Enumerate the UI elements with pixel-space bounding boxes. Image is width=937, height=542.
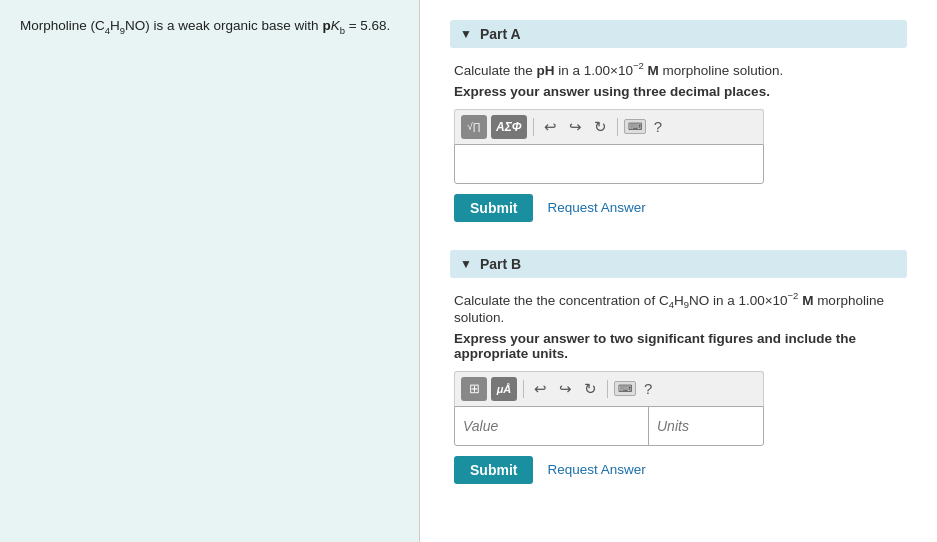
part-a-answer-box: [454, 144, 764, 184]
toolbar-sep-2: [617, 118, 618, 136]
part-b-units-input[interactable]: [649, 407, 842, 445]
part-b-submit-button[interactable]: Submit: [454, 456, 533, 484]
part-a-answer-input[interactable]: [455, 145, 763, 183]
part-a-actions: Submit Request Answer: [454, 194, 907, 222]
part-a-question: Calculate the pH in a 1.00×10−2 M morpho…: [454, 60, 907, 78]
part-b-grid-btn[interactable]: ⊞: [461, 377, 487, 401]
part-a-toolbar: √∏ ΑΣΦ ↩ ↪ ↻ ⌨ ?: [454, 109, 764, 144]
part-b-header[interactable]: ▼ Part B: [450, 250, 907, 278]
part-b-help-btn[interactable]: ?: [640, 378, 656, 399]
part-b-toolbar: ⊞ μÅ ↩ ↪ ↻ ⌨ ?: [454, 371, 764, 406]
left-panel: Morpholine (C4H9NO) is a weak organic ba…: [0, 0, 420, 542]
part-b-instruction: Express your answer to two significant f…: [454, 331, 907, 361]
part-a-submit-button[interactable]: Submit: [454, 194, 533, 222]
toolbar-sep-3: [523, 380, 524, 398]
part-b-answer-box: [454, 406, 764, 446]
toolbar-sep-4: [607, 380, 608, 398]
part-a-chevron[interactable]: ▼: [460, 27, 472, 41]
part-a-redo-btn[interactable]: ↪: [565, 116, 586, 138]
part-a-reset-btn[interactable]: ↻: [590, 116, 611, 138]
part-a-help-btn[interactable]: ?: [650, 116, 666, 137]
part-a-section: ▼ Part A Calculate the pH in a 1.00×10−2…: [450, 20, 907, 222]
part-b-body: Calculate the the concentration of C4H9N…: [450, 290, 907, 484]
part-b-title: Part B: [480, 256, 521, 272]
part-b-undo-btn[interactable]: ↩: [530, 378, 551, 400]
part-b-value-units-row: [455, 407, 765, 445]
part-b-request-link[interactable]: Request Answer: [547, 462, 645, 477]
part-a-math-btn[interactable]: √∏: [461, 115, 487, 139]
toolbar-sep-1: [533, 118, 534, 136]
part-b-reset-btn[interactable]: ↻: [580, 378, 601, 400]
part-a-undo-btn[interactable]: ↩: [540, 116, 561, 138]
right-panel: ▼ Part A Calculate the pH in a 1.00×10−2…: [420, 0, 937, 542]
part-b-unit-btn[interactable]: μÅ: [491, 377, 517, 401]
part-a-request-link[interactable]: Request Answer: [547, 200, 645, 215]
part-b-section: ▼ Part B Calculate the the concentration…: [450, 250, 907, 484]
part-a-instruction: Express your answer using three decimal …: [454, 84, 907, 99]
problem-statement: Morpholine (C4H9NO) is a weak organic ba…: [20, 16, 399, 38]
part-a-greek-btn[interactable]: ΑΣΦ: [491, 115, 527, 139]
part-a-kbd-icon: ⌨: [624, 119, 646, 134]
part-b-question: Calculate the the concentration of C4H9N…: [454, 290, 907, 325]
part-b-actions: Submit Request Answer: [454, 456, 907, 484]
part-b-chevron[interactable]: ▼: [460, 257, 472, 271]
part-a-title: Part A: [480, 26, 521, 42]
part-b-redo-btn[interactable]: ↪: [555, 378, 576, 400]
part-a-header[interactable]: ▼ Part A: [450, 20, 907, 48]
part-a-body: Calculate the pH in a 1.00×10−2 M morpho…: [450, 60, 907, 222]
part-b-value-input[interactable]: [455, 407, 649, 445]
part-b-kbd-icon: ⌨: [614, 381, 636, 396]
